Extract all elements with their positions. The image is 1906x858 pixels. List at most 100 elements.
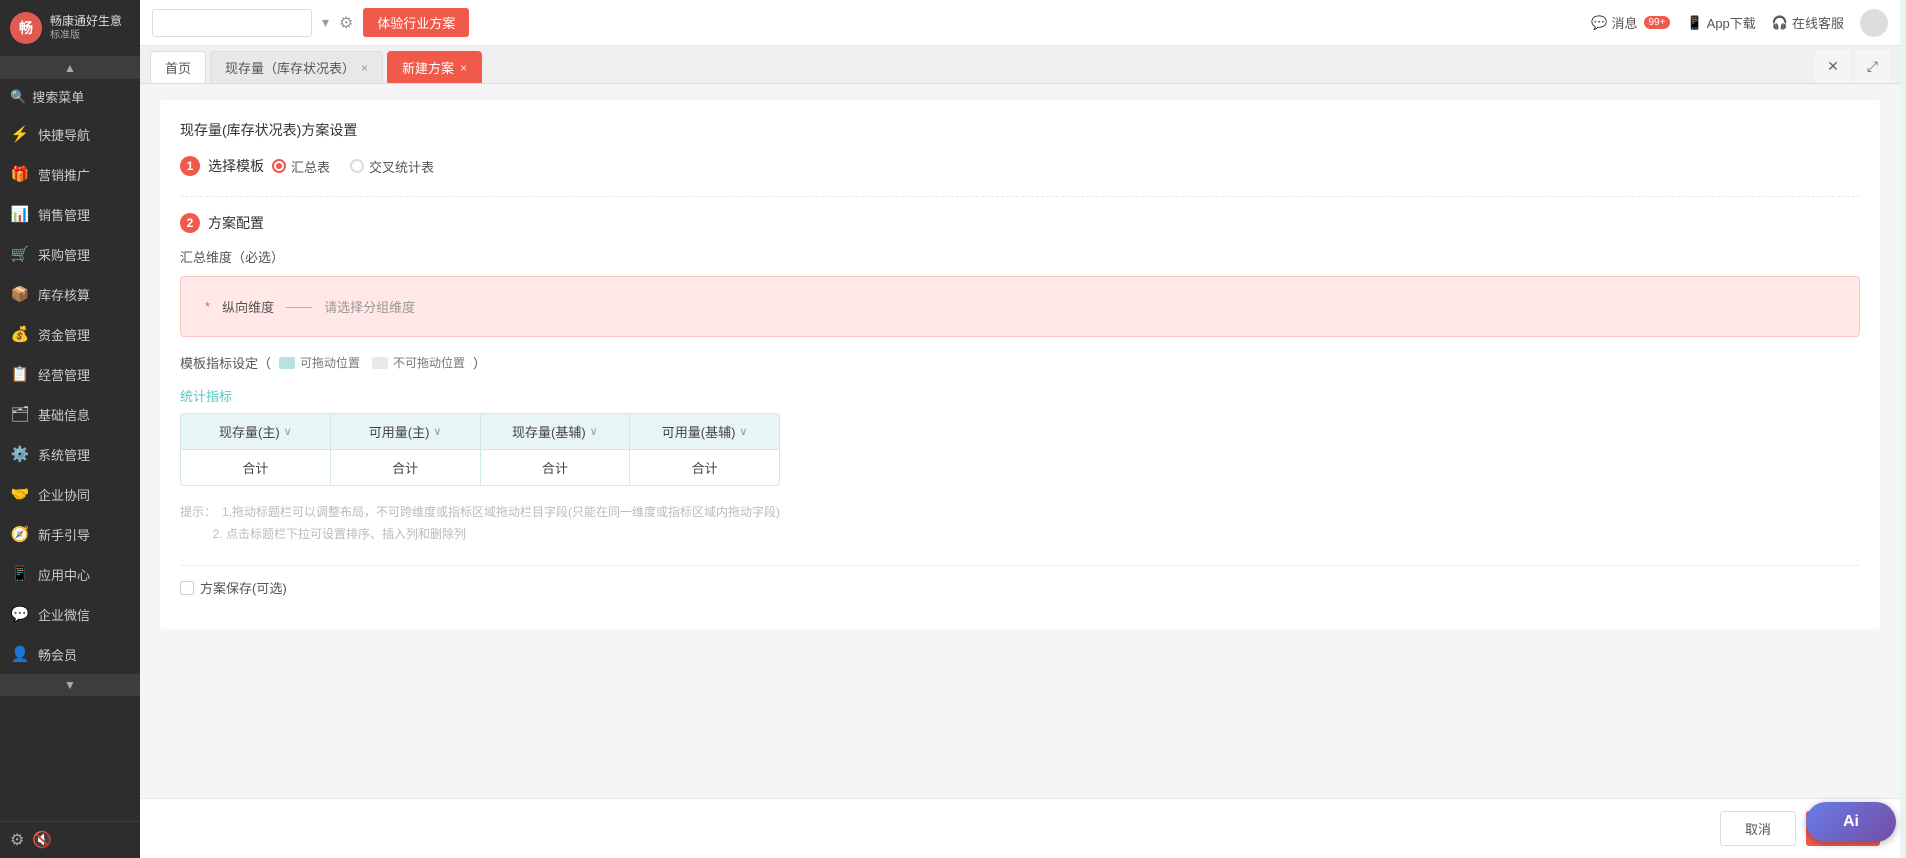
inventory-icon: 📦 <box>10 284 30 304</box>
non-draggable-color-box <box>372 357 388 369</box>
col1-dropdown-icon[interactable]: ∨ <box>284 425 292 438</box>
template-radio-group: 汇总表 交叉统计表 <box>272 157 434 176</box>
sidebar-item-quick-nav[interactable]: ⚡ 快捷导航 <box>0 114 140 154</box>
sidebar-item-wechat[interactable]: 💬 企业微信 <box>0 594 140 634</box>
message-icon: 💬 <box>1591 15 1607 31</box>
cooperation-icon: 🤝 <box>10 484 30 504</box>
tab-home[interactable]: 首页 <box>150 51 206 83</box>
indicator-settings: 模板指标设定（ 可拖动位置 不可拖动位置 ） <box>180 353 1860 372</box>
sidebar-item-member[interactable]: 👤 畅会员 <box>0 634 140 674</box>
radio-cross[interactable]: 交叉统计表 <box>350 157 434 176</box>
content-area: 现存量(库存状况表)方案设置 1 选择模板 汇总表 交叉统计表 <box>140 84 1900 798</box>
sales-icon: 📊 <box>10 204 30 224</box>
ai-fab-button[interactable]: Ai <box>1806 802 1896 842</box>
sidebar-item-marketing[interactable]: 🎁 营销推广 <box>0 154 140 194</box>
headset-icon: 🎧 <box>1772 15 1788 31</box>
app-download-button[interactable]: 📱 App下载 <box>1686 13 1755 32</box>
finance-icon: 💰 <box>10 324 30 344</box>
sidebar-item-search-menu[interactable]: 🔍 搜索菜单 <box>0 79 140 114</box>
tip1: 提示： 1.拖动标题栏可以调整布局，不可跨维度或指标区域拖动栏目字段(只能在同一… <box>180 502 1860 524</box>
quick-nav-icon: ⚡ <box>10 124 30 144</box>
sidebar-item-app-center[interactable]: 📱 应用中心 <box>0 554 140 594</box>
indicator-legend: 可拖动位置 不可拖动位置 <box>279 354 465 371</box>
tips-section: 提示： 1.拖动标题栏可以调整布局，不可跨维度或指标区域拖动栏目字段(只能在同一… <box>180 502 1860 545</box>
tab-new-plan[interactable]: 新建方案 × <box>387 51 482 83</box>
stats-title: 统计指标 <box>180 386 1860 405</box>
stats-section: 统计指标 现存量(主) ∨ 可用量(主) ∨ <box>180 386 1860 486</box>
dimension-separator: —— <box>286 299 312 314</box>
stats-col-1[interactable]: 现存量(主) ∨ <box>181 414 331 449</box>
aggregate-label: 汇总维度（必选） <box>180 247 1860 266</box>
resize-handle[interactable] <box>1900 0 1906 858</box>
col4-dropdown-icon[interactable]: ∨ <box>739 425 747 438</box>
step2-badge: 2 <box>180 213 200 233</box>
online-service-button[interactable]: 🎧 在线客服 <box>1772 13 1844 32</box>
main-area: ▾ ⚙ 体验行业方案 💬 消息 99+ 📱 App下载 🎧 在线客服 首页 <box>140 0 1900 858</box>
stats-table-row: 合计 合计 合计 合计 <box>181 449 779 485</box>
required-mark: * <box>205 299 210 314</box>
sidebar-item-finance[interactable]: 💰 资金管理 <box>0 314 140 354</box>
settings-icon[interactable]: ⚙ <box>10 830 24 850</box>
close-new-plan-icon[interactable]: × <box>460 61 467 75</box>
legend-draggable: 可拖动位置 <box>279 354 360 371</box>
app-center-icon: 📱 <box>10 564 30 584</box>
page-title: 现存量(库存状况表)方案设置 <box>180 120 1860 140</box>
system-icon: ⚙️ <box>10 444 30 464</box>
step1-badge: 1 <box>180 156 200 176</box>
volume-icon[interactable]: 🔇 <box>32 830 52 850</box>
sidebar-item-inventory[interactable]: 📦 库存核算 <box>0 274 140 314</box>
settings-gear-icon[interactable]: ⚙ <box>339 13 353 33</box>
search-icon: 🔍 <box>10 89 26 105</box>
cancel-button[interactable]: 取消 <box>1720 811 1796 846</box>
col3-dropdown-icon[interactable]: ∨ <box>590 425 598 438</box>
phone-icon: 📱 <box>1686 15 1702 31</box>
member-icon: 👤 <box>10 644 30 664</box>
dimension-placeholder: 请选择分组维度 <box>324 297 415 316</box>
sidebar-item-management[interactable]: 📋 经营管理 <box>0 354 140 394</box>
dimension-label: 纵向维度 <box>222 297 274 316</box>
tab-inventory-status[interactable]: 现存量（库存状况表） × <box>210 51 383 83</box>
sidebar-item-cooperation[interactable]: 🤝 企业协同 <box>0 474 140 514</box>
sidebar-item-guide[interactable]: 🧭 新手引导 <box>0 514 140 554</box>
trial-button[interactable]: 体验行业方案 <box>363 8 469 37</box>
tip2: 2. 点击标题栏下拉可设置排序、插入列和删除列 <box>180 524 1860 546</box>
scroll-down[interactable]: ▼ <box>0 674 140 696</box>
radio-dot-summary <box>272 159 286 173</box>
dimension-box[interactable]: * 纵向维度 —— 请选择分组维度 <box>180 276 1860 337</box>
stats-table-header: 现存量(主) ∨ 可用量(主) ∨ 现存量(基辅) ∨ <box>181 414 779 449</box>
topbar-right: 💬 消息 99+ 📱 App下载 🎧 在线客服 <box>1591 9 1888 37</box>
scroll-up[interactable]: ▲ <box>0 57 140 79</box>
save-checkbox[interactable] <box>180 581 194 595</box>
expand-panel-button[interactable]: ⤢ <box>1855 50 1890 83</box>
radio-dot-cross <box>350 159 364 173</box>
col2-dropdown-icon[interactable]: ∨ <box>433 425 441 438</box>
tab-bar: 首页 现存量（库存状况表） × 新建方案 × ✕ ⤢ <box>140 46 1900 84</box>
topbar-search-input[interactable] <box>152 9 312 37</box>
bottom-bar: 取消 查询 <box>140 798 1900 858</box>
management-icon: 📋 <box>10 364 30 384</box>
close-panel-button[interactable]: ✕ <box>1815 50 1851 83</box>
sidebar-item-basic-info[interactable]: 🗂 基础信息 <box>0 394 140 434</box>
dimension-row: * 纵向维度 —— 请选择分组维度 <box>205 297 1835 316</box>
stats-table: 现存量(主) ∨ 可用量(主) ∨ 现存量(基辅) ∨ <box>180 413 780 486</box>
stats-col-4[interactable]: 可用量(基辅) ∨ <box>630 414 779 449</box>
sidebar-bottom: ⚙ 🔇 <box>0 821 140 858</box>
logo-text: 畅康通好生意 标准版 <box>50 13 122 44</box>
sidebar-item-sales[interactable]: 📊 销售管理 <box>0 194 140 234</box>
purchase-icon: 🛒 <box>10 244 30 264</box>
radio-summary[interactable]: 汇总表 <box>272 157 330 176</box>
legend-non-draggable: 不可拖动位置 <box>372 354 465 371</box>
step2-section: 2 方案配置 汇总维度（必选） * 纵向维度 —— 请选择分组维度 <box>180 213 1860 545</box>
guide-icon: 🧭 <box>10 524 30 544</box>
sidebar: 畅 畅康通好生意 标准版 ▲ 🔍 搜索菜单 ⚡ 快捷导航 🎁 营销推广 📊 销售… <box>0 0 140 858</box>
stats-col-3[interactable]: 现存量(基辅) ∨ <box>481 414 631 449</box>
dropdown-icon[interactable]: ▾ <box>322 14 329 31</box>
sidebar-item-system[interactable]: ⚙️ 系统管理 <box>0 434 140 474</box>
stats-col-2[interactable]: 可用量(主) ∨ <box>331 414 481 449</box>
basic-info-icon: 🗂 <box>10 404 30 424</box>
draggable-color-box <box>279 357 295 369</box>
close-inventory-status-icon[interactable]: × <box>361 61 368 75</box>
sidebar-item-purchase[interactable]: 🛒 采购管理 <box>0 234 140 274</box>
messages-button[interactable]: 💬 消息 99+ <box>1591 13 1670 32</box>
user-avatar[interactable] <box>1860 9 1888 37</box>
